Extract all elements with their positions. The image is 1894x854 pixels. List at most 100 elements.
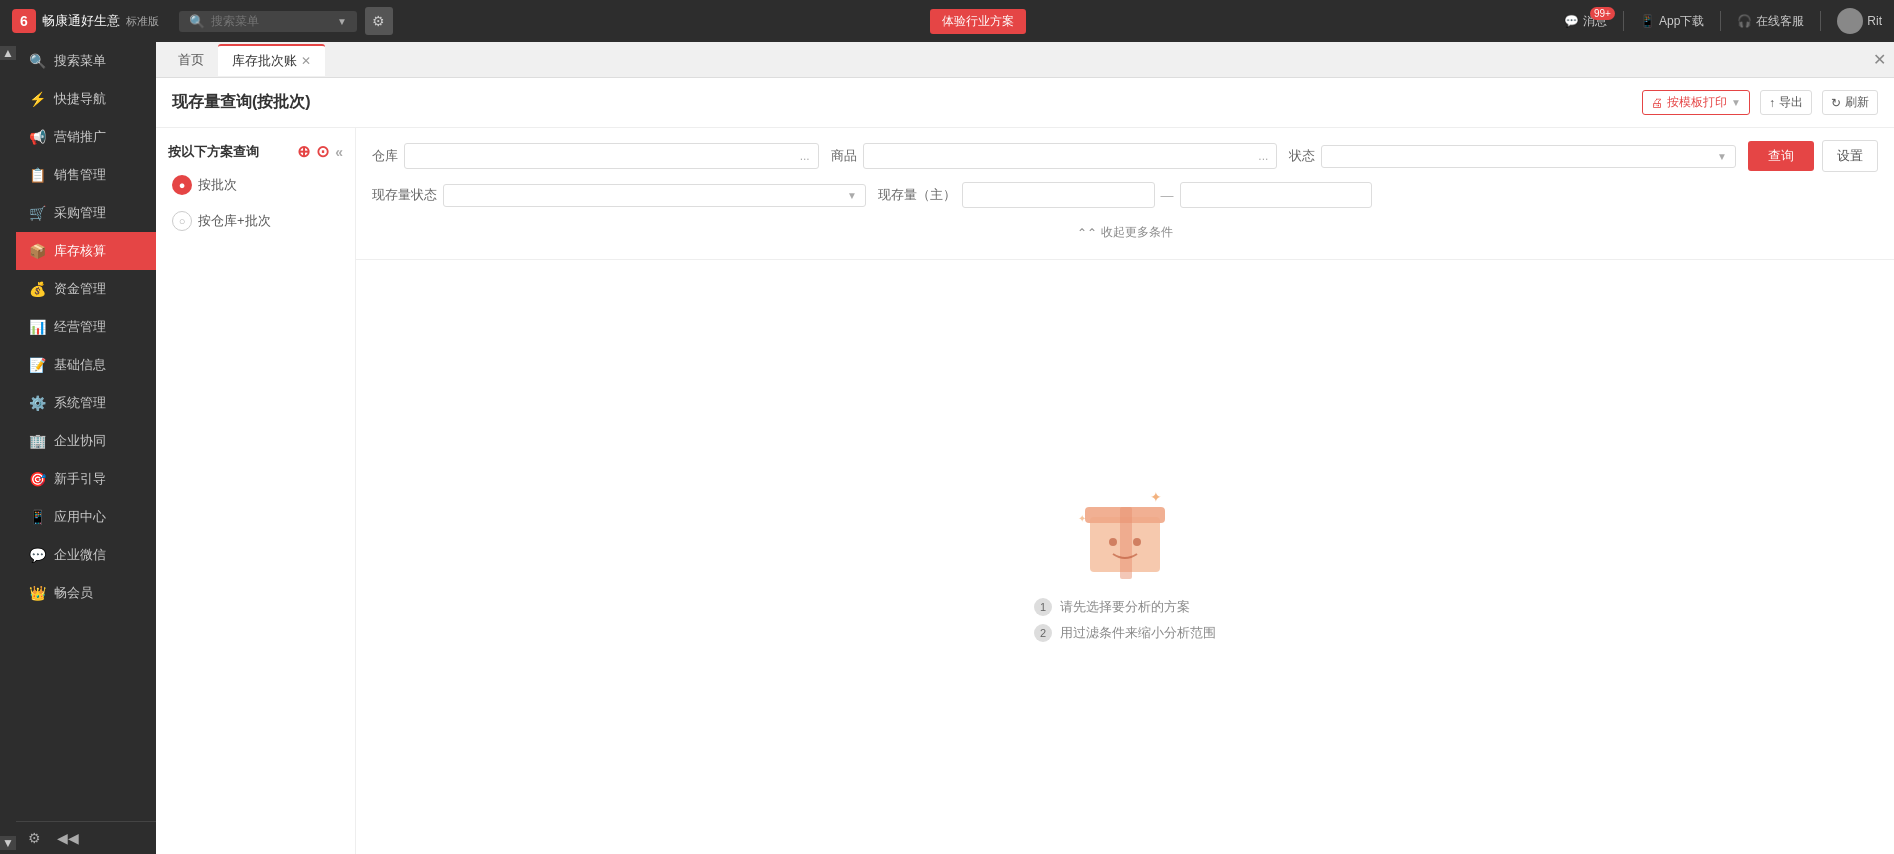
sidebar-item-member[interactable]: 👑 畅会员 (16, 574, 156, 612)
tab-bar: 首页 库存批次账 ✕ ✕ (156, 42, 1894, 78)
sidebar-item-label: 应用中心 (54, 508, 106, 526)
sidebar-item-enterprise[interactable]: 🏢 企业协同 (16, 422, 156, 460)
sidebar-item-finance[interactable]: 💰 资金管理 (16, 270, 156, 308)
product-input[interactable]: ... (863, 143, 1278, 169)
add-schema-button[interactable]: ⊕ (297, 142, 310, 161)
gear-button[interactable]: ⚙ (365, 7, 393, 35)
warehouse-label: 仓库 (372, 147, 398, 165)
current-qty-label: 现存量（主） (878, 186, 956, 204)
status-select[interactable]: ▼ (1321, 145, 1736, 168)
schema-item-warehouse-batch[interactable]: ○ 按仓库+批次 (156, 203, 355, 239)
query-button[interactable]: 查询 (1748, 141, 1814, 171)
sidebar-bottom: ⚙ ◀◀ (16, 821, 156, 854)
sidebar-item-label: 企业微信 (54, 546, 106, 564)
current-qty-from-input[interactable] (971, 188, 1146, 202)
message-badge: 99+ (1590, 7, 1615, 20)
scroll-up-button[interactable]: ▲ (0, 46, 16, 60)
filter-row-2: 现存量状态 ▼ 现存量（主） (372, 182, 1878, 208)
sidebar-item-basics[interactable]: 📝 基础信息 (16, 346, 156, 384)
refresh-button[interactable]: ↻ 刷新 (1822, 90, 1878, 115)
enterprise-icon: 🏢 (28, 432, 46, 450)
main-layout: ▲ ▼ 🔍 搜索菜单 ⚡ 快捷导航 📢 营销推广 📋 销售管理 🛒 采购管理 📦… (0, 42, 1894, 854)
search-input[interactable] (211, 14, 331, 28)
sidebar-item-quick-nav[interactable]: ⚡ 快捷导航 (16, 80, 156, 118)
finance-icon: 💰 (28, 280, 46, 298)
schema-item-batch[interactable]: ● 按批次 (156, 167, 355, 203)
svg-point-4 (1133, 538, 1141, 546)
filter-actions: 查询 设置 (1748, 140, 1878, 172)
sales-icon: 📋 (28, 166, 46, 184)
online-service-label: 在线客服 (1756, 13, 1804, 30)
tab-close-all-button[interactable]: ✕ (1873, 50, 1886, 69)
collapse-more-btn[interactable]: ⌃⌃ 收起更多条件 (372, 218, 1878, 247)
current-qty-to[interactable] (1180, 182, 1373, 208)
export-button[interactable]: ↑ 导出 (1760, 90, 1812, 115)
tab-home[interactable]: 首页 (164, 45, 218, 75)
print-template-button[interactable]: 🖨 按模板打印 ▼ (1642, 90, 1750, 115)
collapse-panel-button[interactable]: « (335, 144, 343, 160)
sidebar-item-corp-wechat[interactable]: 💬 企业微信 (16, 536, 156, 574)
sidebar-item-label: 新手引导 (54, 470, 106, 488)
user-item[interactable]: Rit (1837, 8, 1882, 34)
sidebar-item-label: 销售管理 (54, 166, 106, 184)
avatar (1837, 8, 1863, 34)
sidebar-item-marketing[interactable]: 📢 营销推广 (16, 118, 156, 156)
current-qty-from[interactable] (962, 182, 1155, 208)
online-service-item[interactable]: 🎧 在线客服 (1737, 13, 1804, 30)
sidebar-item-operations[interactable]: 📊 经营管理 (16, 308, 156, 346)
user-name: Rit (1867, 14, 1882, 28)
sidebar-item-app-center[interactable]: 📱 应用中心 (16, 498, 156, 536)
warehouse-input[interactable]: ... (404, 143, 819, 169)
sidebar-scroll: ▲ ▼ (0, 42, 16, 854)
tab-close-button[interactable]: ✕ (301, 55, 311, 67)
app-center-icon: 📱 (28, 508, 46, 526)
tab-inventory-batch[interactable]: 库存批次账 ✕ (218, 44, 325, 76)
sidebar-item-sales[interactable]: 📋 销售管理 (16, 156, 156, 194)
schema-batch-label: 按批次 (198, 176, 237, 194)
print-template-label: 按模板打印 (1667, 94, 1727, 111)
search-bar[interactable]: 🔍 ▼ (179, 11, 357, 32)
current-qty-to-input[interactable] (1189, 188, 1364, 202)
version-badge: 标准版 (126, 14, 159, 29)
schema-warehouse-batch-icon: ○ (172, 211, 192, 231)
topbar-left: 6 畅康通好生意 标准版 🔍 ▼ ⚙ (12, 7, 393, 35)
sidebar-item-newbie[interactable]: 🎯 新手引导 (16, 460, 156, 498)
sidebar: 🔍 搜索菜单 ⚡ 快捷导航 📢 营销推广 📋 销售管理 🛒 采购管理 📦 库存核… (16, 42, 156, 854)
quick-nav-icon: ⚡ (28, 90, 46, 108)
inventory-status-label: 现存量状态 (372, 186, 437, 204)
empty-tip-2: 2 用过滤条件来缩小分析范围 (1034, 624, 1216, 642)
page-header: 现存量查询(按批次) 🖨 按模板打印 ▼ ↑ 导出 ↻ 刷新 (156, 78, 1894, 128)
sidebar-item-search[interactable]: 🔍 搜索菜单 (16, 42, 156, 80)
schema-settings-button[interactable]: ⊙ (316, 142, 329, 161)
empty-svg: ✦ ✦ (1070, 472, 1180, 582)
inventory-status-dropdown-icon: ▼ (847, 190, 857, 201)
settings-button[interactable]: 设置 (1822, 140, 1878, 172)
topbar: 6 畅康通好生意 标准版 🔍 ▼ ⚙ 体验行业方案 💬 消息 99+ 📱 App… (0, 0, 1894, 42)
inventory-status-select[interactable]: ▼ (443, 184, 866, 207)
status-dropdown-icon: ▼ (1717, 151, 1727, 162)
sidebar-item-purchase[interactable]: 🛒 采购管理 (16, 194, 156, 232)
product-more-dots: ... (1258, 149, 1268, 163)
filter-inventory-status: 现存量状态 ▼ (372, 184, 866, 207)
sidebar-item-label: 资金管理 (54, 280, 106, 298)
scroll-down-button[interactable]: ▼ (0, 836, 16, 850)
sidebar-item-inventory[interactable]: 📦 库存核算 (16, 232, 156, 270)
newbie-icon: 🎯 (28, 470, 46, 488)
purchase-icon: 🛒 (28, 204, 46, 222)
experience-button[interactable]: 体验行业方案 (930, 9, 1026, 34)
empty-illustration: ✦ ✦ (1070, 472, 1180, 582)
headset-icon: 🎧 (1737, 14, 1752, 28)
gear-icon: ⚙ (372, 13, 385, 29)
app-download-item[interactable]: 📱 App下载 (1640, 13, 1704, 30)
sidebar-item-system[interactable]: ⚙️ 系统管理 (16, 384, 156, 422)
svg-point-3 (1109, 538, 1117, 546)
messages-item[interactable]: 💬 消息 99+ (1564, 13, 1607, 30)
query-layout: 按以下方案查询 ⊕ ⊙ « ● 按批次 ○ 按仓库+批次 (156, 128, 1894, 854)
refresh-icon: ↻ (1831, 96, 1841, 110)
warehouse-more-dots: ... (800, 149, 810, 163)
collapse-icon[interactable]: ◀◀ (57, 830, 79, 846)
settings-icon[interactable]: ⚙ (28, 830, 41, 846)
refresh-label: 刷新 (1845, 94, 1869, 111)
page-content: 现存量查询(按批次) 🖨 按模板打印 ▼ ↑ 导出 ↻ 刷新 (156, 78, 1894, 854)
sidebar-item-label: 快捷导航 (54, 90, 106, 108)
